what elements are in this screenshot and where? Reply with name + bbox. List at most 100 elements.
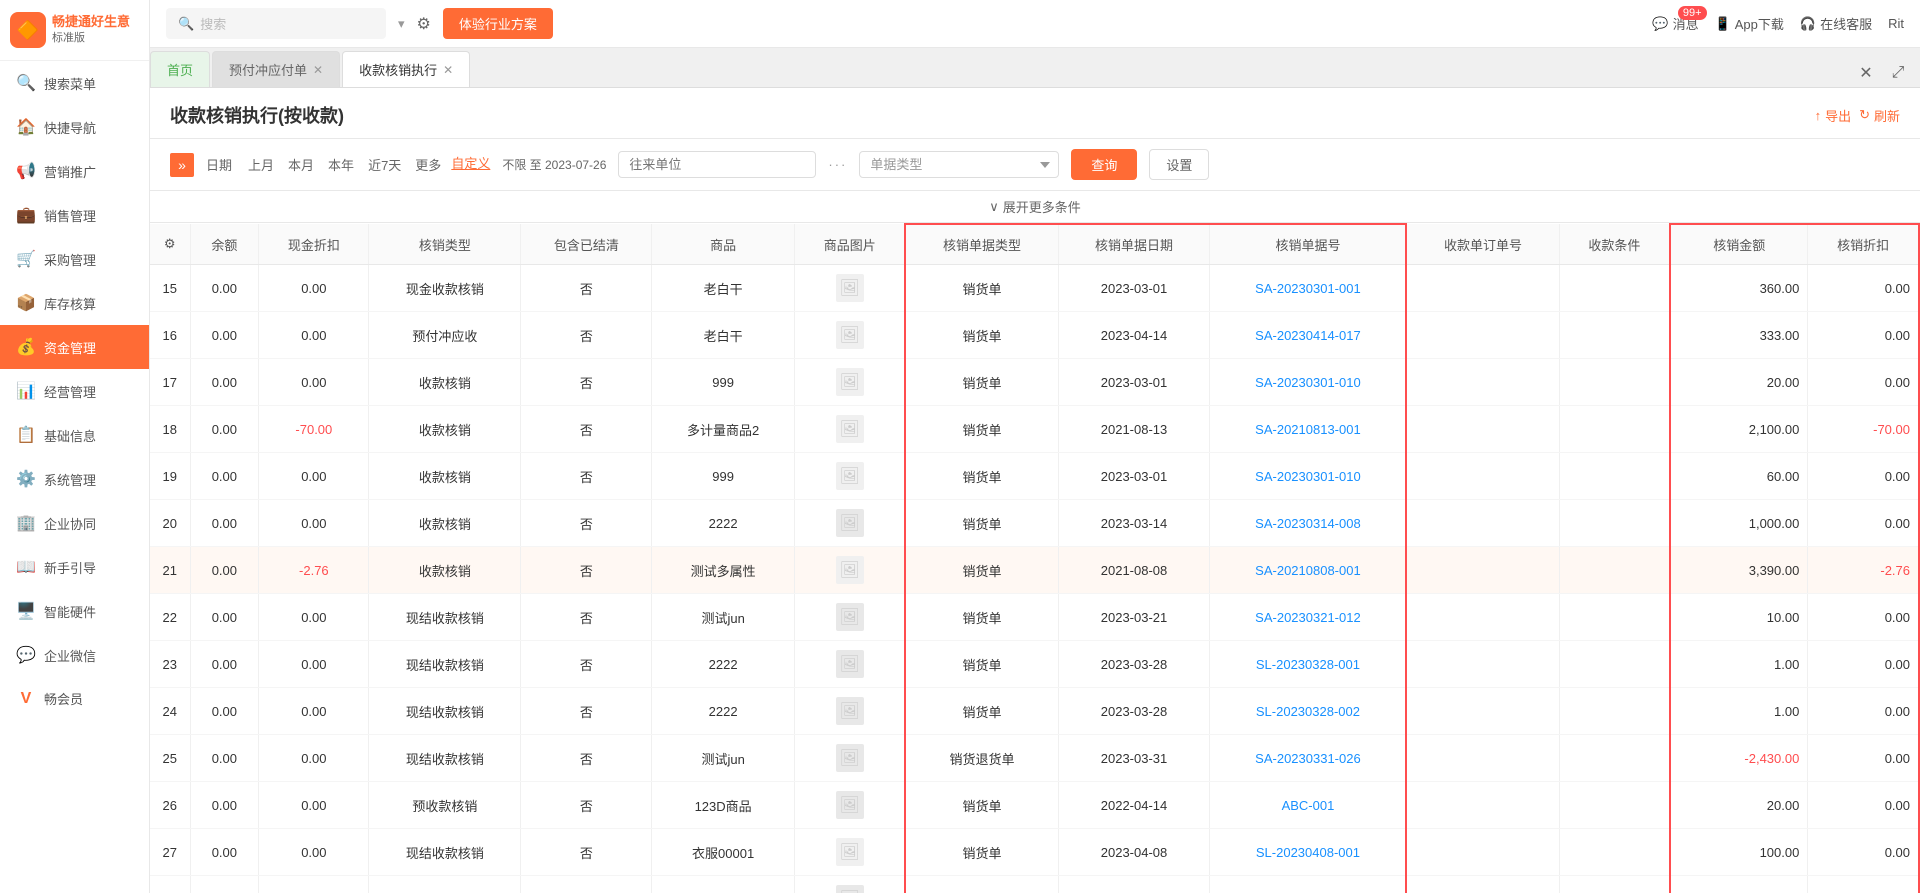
customer-dots: ··· xyxy=(828,157,847,172)
expand-more-btn[interactable]: ∨ 展开更多条件 xyxy=(989,197,1081,216)
date-this-year[interactable]: 本年 xyxy=(324,153,358,176)
tab-home[interactable]: 首页 xyxy=(150,51,210,87)
cancel-bill-no-link[interactable]: ABC-001 xyxy=(1282,798,1335,813)
cell-include-settled: 否 xyxy=(521,688,652,735)
tab-receipt[interactable]: 收款核销执行 ✕ xyxy=(342,51,470,87)
cell-cancel-discount: 0.00 xyxy=(1808,594,1919,641)
tab-prepay[interactable]: 预付冲应付单 ✕ xyxy=(212,51,340,87)
product-image: 🖼 xyxy=(836,509,864,537)
cell-balance: 0.00 xyxy=(190,735,259,782)
cell-product: 2222 xyxy=(652,641,795,688)
cancel-bill-no-link[interactable]: SA-20230301-010 xyxy=(1255,375,1361,390)
sidebar-item-system[interactable]: ⚙️ 系统管理 xyxy=(0,457,149,501)
cell-product-img: 🖼 xyxy=(794,547,905,594)
sidebar-item-wechat[interactable]: 💬 企业微信 xyxy=(0,633,149,677)
table-row: 21 0.00 -2.76 收款核销 否 测试多属性 🖼 销货单 2021-08… xyxy=(150,547,1919,594)
cancel-bill-no-link[interactable]: SA-20230414-017 xyxy=(1255,328,1361,343)
cancel-bill-no-link[interactable]: SA-20230314-008 xyxy=(1255,516,1361,531)
cancel-bill-no-link[interactable]: SA-20230331-026 xyxy=(1255,751,1361,766)
cell-cancel-bill-type: 销货单 xyxy=(905,594,1058,641)
sidebar-item-sales[interactable]: 💼 销售管理 xyxy=(0,193,149,237)
cell-receipt-terms xyxy=(1559,312,1670,359)
sidebar-item-hardware[interactable]: 🖥️ 智能硬件 xyxy=(0,589,149,633)
sidebar-item-member[interactable]: V 畅会员 xyxy=(0,677,149,720)
cell-cancel-type: 收款核销 xyxy=(369,500,521,547)
refresh-btn[interactable]: ↻ 刷新 xyxy=(1859,106,1900,125)
cell-cancel-bill-no: SL-20230408-001 xyxy=(1210,829,1407,876)
table-body: 15 0.00 0.00 现金收款核销 否 老白干 🖼 销货单 2023-03-… xyxy=(150,265,1919,893)
search-bar[interactable]: 🔍 搜索 xyxy=(166,8,386,39)
online-service-btn[interactable]: 🎧 在线客服 xyxy=(1800,14,1872,33)
cell-cancel-bill-date: 2023-03-14 xyxy=(1058,500,1210,547)
th-settings[interactable]: ⚙ xyxy=(150,224,190,265)
sidebar-item-purchase[interactable]: 🛒 采购管理 xyxy=(0,237,149,281)
sidebar-item-inventory[interactable]: 📦 库存核算 xyxy=(0,281,149,325)
close-tab-btn[interactable]: ✕ xyxy=(1852,59,1880,87)
product-image-empty: 🖼 xyxy=(836,556,864,584)
sidebar-item-quick[interactable]: 🏠 快捷导航 xyxy=(0,105,149,149)
app-download-btn[interactable]: 📱 App下载 xyxy=(1715,14,1784,33)
cell-balance: 0.00 xyxy=(190,876,259,893)
receipt-tab-close[interactable]: ✕ xyxy=(443,63,453,77)
cell-num: 15 xyxy=(150,265,190,312)
cell-product-img: 🖼 xyxy=(794,735,905,782)
purchase-icon: 🛒 xyxy=(16,249,36,269)
date-7days[interactable]: 近7天 xyxy=(364,153,405,176)
order-type-select[interactable]: 单据类型 xyxy=(859,151,1059,178)
cell-num: 16 xyxy=(150,312,190,359)
cell-num: 24 xyxy=(150,688,190,735)
sidebar-item-finance[interactable]: 💰 资金管理 xyxy=(0,325,149,369)
sidebar-item-basic[interactable]: 📋 基础信息 xyxy=(0,413,149,457)
cell-num: 28 xyxy=(150,876,190,893)
cancel-bill-no-link[interactable]: SA-20230301-001 xyxy=(1255,281,1361,296)
cancel-bill-no-link[interactable]: SA-20210813-001 xyxy=(1255,422,1361,437)
filter-settings-btn[interactable]: 设置 xyxy=(1149,149,1209,180)
cell-cash-discount: -70.00 xyxy=(259,406,369,453)
cell-cancel-discount: 0.00 xyxy=(1808,641,1919,688)
table-row: 17 0.00 0.00 收款核销 否 999 🖼 销货单 2023-03-01… xyxy=(150,359,1919,406)
cell-include-settled: 否 xyxy=(521,359,652,406)
user-profile[interactable]: Rit xyxy=(1888,16,1904,31)
industry-btn[interactable]: 体验行业方案 xyxy=(443,8,553,39)
message-btn[interactable]: 💬 消息 99+ xyxy=(1652,14,1698,33)
cell-cancel-bill-type: 销货单 xyxy=(905,312,1058,359)
sidebar-item-guide[interactable]: 📖 新手引导 xyxy=(0,545,149,589)
query-btn[interactable]: 查询 xyxy=(1071,149,1137,180)
cancel-bill-no-link[interactable]: SA-20230321-012 xyxy=(1255,610,1361,625)
cancel-bill-no-link[interactable]: SA-20210808-001 xyxy=(1255,563,1361,578)
cell-cancel-bill-no: SA-20230301-001 xyxy=(1210,265,1407,312)
cell-num: 22 xyxy=(150,594,190,641)
cell-receipt-order-no xyxy=(1406,688,1559,735)
date-custom[interactable]: 自定义 xyxy=(451,153,490,176)
date-last-month[interactable]: 上月 xyxy=(244,153,278,176)
date-label: 日期 xyxy=(206,155,232,174)
data-table: ⚙ 余额 现金折扣 核销类型 包含已结清 商品 商品图片 核销单据类型 核销单据… xyxy=(150,223,1920,893)
customer-input[interactable] xyxy=(618,151,816,178)
cell-receipt-order-no xyxy=(1406,829,1559,876)
sidebar-item-corp[interactable]: 🏢 企业协同 xyxy=(0,501,149,545)
date-this-month[interactable]: 本月 xyxy=(284,153,318,176)
prepay-tab-close[interactable]: ✕ xyxy=(313,63,323,77)
filter-expand-btn[interactable]: » xyxy=(170,153,194,177)
cell-product-img: 🖼 xyxy=(794,359,905,406)
sidebar-item-marketing[interactable]: 📢 营销推广 xyxy=(0,149,149,193)
product-image: 🖼 xyxy=(836,791,864,819)
settings-icon[interactable]: ⚙ xyxy=(417,14,431,34)
table-row: 15 0.00 0.00 现金收款核销 否 老白干 🖼 销货单 2023-03-… xyxy=(150,265,1919,312)
date-more[interactable]: 更多 xyxy=(411,153,445,176)
cancel-bill-no-link[interactable]: SL-20230328-002 xyxy=(1256,704,1360,719)
sidebar-item-search[interactable]: 🔍 搜索菜单 xyxy=(0,61,149,105)
cancel-bill-no-link[interactable]: SL-20230408-001 xyxy=(1256,845,1360,860)
cell-product-img: 🖼 xyxy=(794,500,905,547)
cancel-bill-no-link[interactable]: SA-20230301-010 xyxy=(1255,469,1361,484)
cell-cancel-bill-no: SA-20230414-017 xyxy=(1210,312,1407,359)
cell-receipt-terms xyxy=(1559,500,1670,547)
cell-receipt-terms xyxy=(1559,782,1670,829)
maximize-tab-btn[interactable]: ⤢ xyxy=(1884,59,1912,87)
cell-receipt-terms xyxy=(1559,359,1670,406)
sidebar-item-business[interactable]: 📊 经营管理 xyxy=(0,369,149,413)
table-row: 20 0.00 0.00 收款核销 否 2222 🖼 销货单 2023-03-1… xyxy=(150,500,1919,547)
cell-num: 21 xyxy=(150,547,190,594)
export-btn[interactable]: ↑ 导出 xyxy=(1815,106,1852,125)
cancel-bill-no-link[interactable]: SL-20230328-001 xyxy=(1256,657,1360,672)
